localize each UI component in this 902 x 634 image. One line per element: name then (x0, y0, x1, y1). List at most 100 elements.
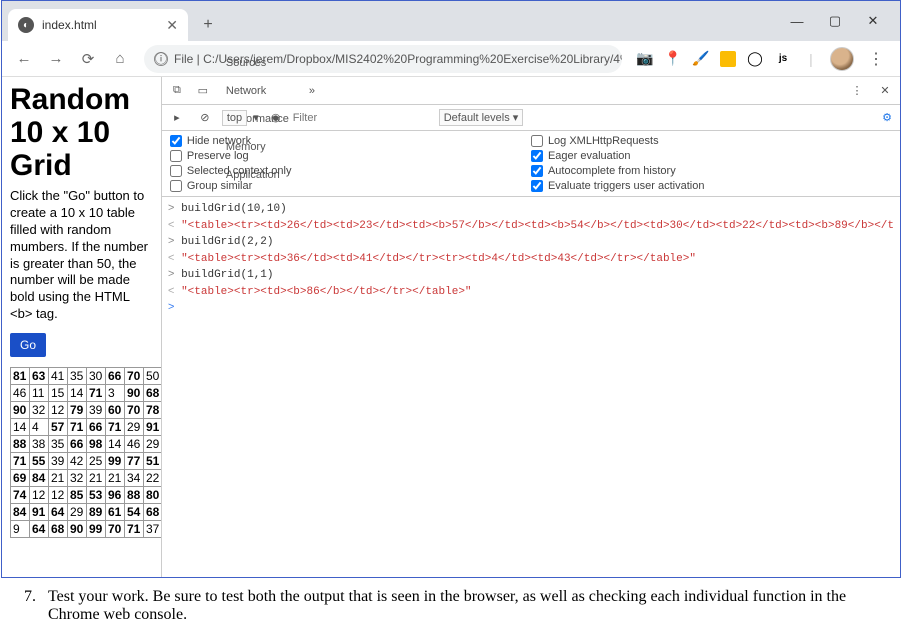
table-cell: 84 (30, 470, 49, 487)
window-maximize-button[interactable]: ▢ (816, 7, 854, 35)
setting-autocomplete[interactable]: Autocomplete from history (531, 165, 892, 177)
table-cell: 25 (87, 453, 106, 470)
devtools-tab-more[interactable]: » (301, 77, 323, 105)
table-row: 81634135306670506848 (11, 368, 161, 385)
table-row: 8491642989615468982 (11, 504, 161, 521)
instruction-text: Test your work. Be sure to test both the… (48, 588, 878, 624)
reload-button[interactable]: ⟳ (74, 45, 102, 73)
table-cell: 61 (106, 504, 125, 521)
setting-label: Selected context only (187, 165, 292, 177)
table-cell: 14 (68, 385, 87, 402)
console-output[interactable]: buildGrid(10,10)"<table><tr><td>26</td><… (162, 197, 900, 577)
forward-button[interactable]: → (42, 45, 70, 73)
console-filter-input[interactable] (293, 112, 373, 124)
table-cell: 57 (49, 419, 68, 436)
window-minimize-button[interactable]: — (778, 7, 816, 35)
new-tab-button[interactable]: + (194, 11, 222, 39)
setting-label: Preserve log (187, 150, 249, 162)
inspect-element-icon[interactable]: ⧉ (166, 80, 188, 102)
setting-eval-triggers[interactable]: Evaluate triggers user activation (531, 180, 892, 192)
go-button[interactable]: Go (10, 333, 46, 357)
table-cell: 68 (49, 521, 68, 538)
checkbox-autocomplete[interactable] (531, 165, 543, 177)
table-cell: 39 (49, 453, 68, 470)
table-cell: 74 (11, 487, 30, 504)
profile-avatar[interactable] (830, 47, 854, 71)
device-toggle-icon[interactable]: ▭ (192, 80, 214, 102)
setting-selected-ctx[interactable]: Selected context only (170, 165, 531, 177)
table-cell: 50 (144, 368, 161, 385)
table-cell: 81 (11, 368, 30, 385)
setting-label: Autocomplete from history (548, 165, 676, 177)
sidebar-toggle-icon[interactable]: ▸ (166, 107, 188, 129)
address-bar[interactable]: ⓘ File | C:/Users/jerem/Dropbox/MIS2402%… (144, 45, 622, 73)
tab-close-icon[interactable]: ✕ (166, 17, 178, 34)
setting-group-similar[interactable]: Group similar (170, 180, 531, 192)
page-description: Click the "Go" button to create a 10 x 1… (10, 188, 153, 323)
table-cell: 21 (106, 470, 125, 487)
table-cell: 99 (87, 521, 106, 538)
window-close-button[interactable]: ✕ (854, 7, 892, 35)
table-cell: 98 (87, 436, 106, 453)
back-button[interactable]: ← (10, 45, 38, 73)
extension-icons: 📷 📍 🖌️ ◯ js | ⋮ (632, 47, 892, 71)
console-line-out: "<table><tr><td>36</td><td>41</td></tr><… (168, 251, 894, 268)
checkbox-group-similar[interactable] (170, 180, 182, 192)
table-row: 9032127939607078836 (11, 402, 161, 419)
js-ext-icon[interactable]: js (774, 50, 792, 68)
table-cell: 70 (125, 402, 144, 419)
table-cell: 68 (144, 385, 161, 402)
table-cell: 35 (49, 436, 68, 453)
context-selector[interactable]: top (222, 110, 247, 126)
devtools-tab-sources[interactable]: Sources (218, 49, 297, 77)
pin-icon[interactable]: 📍 (664, 50, 682, 68)
ext-yellow-icon[interactable] (720, 51, 736, 67)
setting-eager-eval[interactable]: Eager evaluation (531, 150, 892, 162)
console-settings-gear-icon[interactable]: ⚙ (878, 111, 896, 124)
table-cell: 78 (144, 402, 161, 419)
instruction-number: 7. (24, 588, 48, 624)
table-cell: 71 (106, 419, 125, 436)
devtools-tab-network[interactable]: Network (218, 77, 297, 105)
devtools-close-icon[interactable]: ✕ (874, 80, 896, 102)
table-cell: 80 (144, 487, 161, 504)
site-info-icon[interactable]: ⓘ (154, 52, 168, 66)
setting-hide-network[interactable]: Hide network (170, 135, 531, 147)
table-cell: 38 (30, 436, 49, 453)
camera-icon[interactable]: 📷 (636, 50, 654, 68)
eye-icon[interactable]: ◉ (265, 107, 287, 129)
checkbox-preserve-log[interactable] (170, 150, 182, 162)
table-cell: 88 (11, 436, 30, 453)
log-levels-selector[interactable]: Default levels ▾ (439, 109, 524, 126)
chrome-menu-button[interactable]: ⋮ (864, 49, 888, 69)
table-cell: 32 (30, 402, 49, 419)
table-cell: 68 (144, 504, 161, 521)
paint-icon[interactable]: 🖌️ (692, 50, 710, 68)
checkbox-eval-triggers[interactable] (531, 180, 543, 192)
table-row: 4611151471390683623 (11, 385, 161, 402)
console-filter-bar: ▸ ⊘ top ▾ ◉ Default levels ▾ ⚙ (162, 105, 900, 131)
browser-tab[interactable]: ◐ index.html ✕ (8, 9, 188, 41)
checkbox-selected-ctx[interactable] (170, 165, 182, 177)
clear-console-icon[interactable]: ⊘ (194, 107, 216, 129)
checkbox-hide-network[interactable] (170, 135, 182, 147)
setting-log-xhr[interactable]: Log XMLHttpRequests (531, 135, 892, 147)
checkbox-eager-eval[interactable] (531, 150, 543, 162)
table-cell: 71 (87, 385, 106, 402)
table-cell: 35 (68, 368, 87, 385)
table-cell: 66 (106, 368, 125, 385)
setting-label: Log XMLHttpRequests (548, 135, 659, 147)
table-cell: 21 (87, 470, 106, 487)
table-cell: 70 (125, 368, 144, 385)
table-cell: 60 (106, 402, 125, 419)
devtools-menu-icon[interactable]: ⋮ (846, 80, 868, 102)
setting-preserve-log[interactable]: Preserve log (170, 150, 531, 162)
table-cell: 29 (144, 436, 161, 453)
circle-icon[interactable]: ◯ (746, 50, 764, 68)
home-button[interactable]: ⌂ (106, 45, 134, 73)
table-cell: 55 (30, 453, 49, 470)
table-cell: 22 (144, 470, 161, 487)
console-line-prompt[interactable] (168, 300, 894, 317)
setting-label: Hide network (187, 135, 251, 147)
checkbox-log-xhr[interactable] (531, 135, 543, 147)
